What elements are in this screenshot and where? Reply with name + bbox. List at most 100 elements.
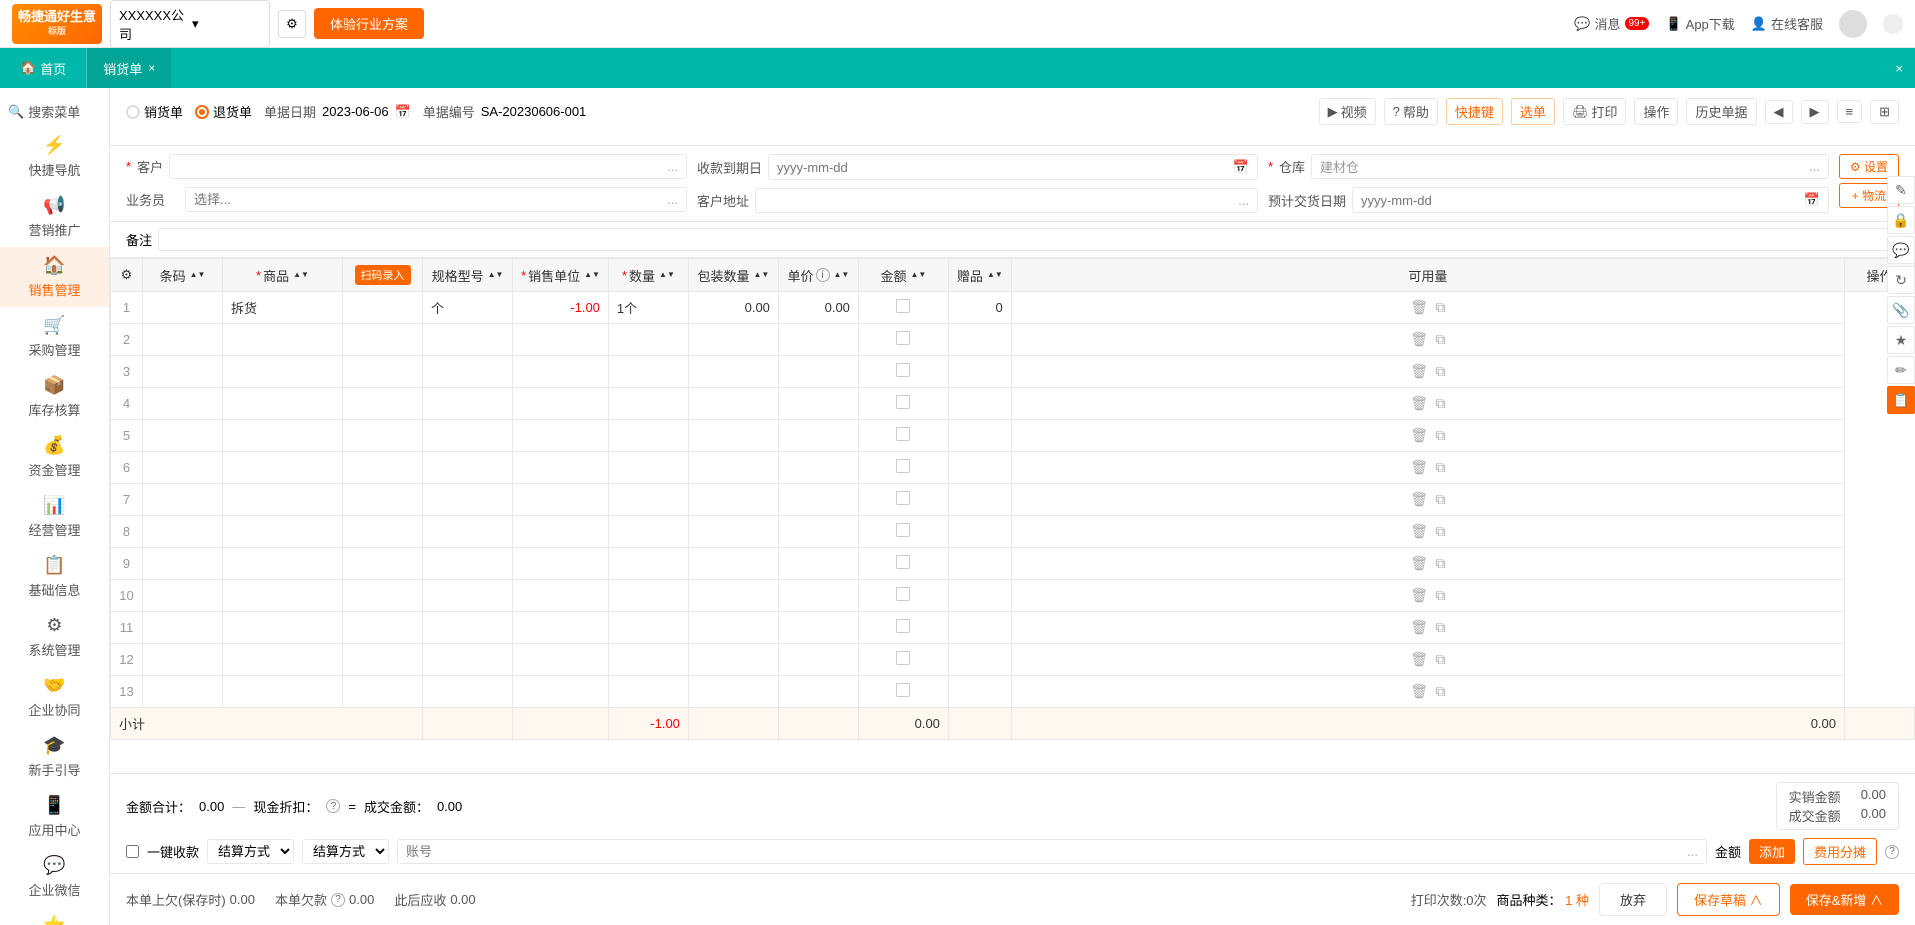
row-barcode[interactable] bbox=[143, 356, 223, 388]
row-qty[interactable] bbox=[513, 580, 609, 612]
customer-input[interactable]: ... bbox=[169, 154, 687, 179]
sidebar-item-wechat[interactable]: 💬企业微信 bbox=[0, 847, 109, 907]
number-value[interactable]: SA-20230606-001 bbox=[481, 104, 587, 119]
save-new-btn[interactable]: 保存&新增 ∧ bbox=[1790, 884, 1899, 915]
row-qty[interactable] bbox=[513, 356, 609, 388]
gift-checkbox[interactable] bbox=[896, 363, 910, 377]
row-unit-price[interactable] bbox=[688, 420, 778, 452]
shortcut-btn[interactable]: 快捷键 bbox=[1446, 98, 1503, 125]
delete-icon[interactable]: 🗑 bbox=[1410, 555, 1428, 571]
row-pkg-qty[interactable]: 1个 bbox=[608, 292, 688, 324]
customer-addr-input[interactable]: ... bbox=[755, 188, 1258, 213]
row-unit[interactable] bbox=[423, 324, 513, 356]
delete-icon[interactable]: 🗑 bbox=[1410, 331, 1428, 347]
row-unit-price[interactable] bbox=[688, 644, 778, 676]
row-amount[interactable] bbox=[778, 580, 858, 612]
row-product[interactable] bbox=[223, 324, 343, 356]
barcode-sort-icon[interactable]: ▲▼ bbox=[190, 271, 206, 279]
gift-checkbox[interactable] bbox=[896, 587, 910, 601]
row-unit-price[interactable] bbox=[688, 452, 778, 484]
row-amount[interactable] bbox=[778, 516, 858, 548]
copy-icon[interactable]: ⧉ bbox=[1436, 555, 1446, 571]
row-amount[interactable] bbox=[778, 420, 858, 452]
row-unit[interactable] bbox=[423, 516, 513, 548]
service-btn[interactable]: 👤 在线客服 bbox=[1751, 14, 1823, 33]
row-spec[interactable] bbox=[343, 292, 423, 324]
gift-sort-icon[interactable]: ▲▼ bbox=[987, 271, 1003, 279]
row-gift[interactable] bbox=[858, 292, 948, 324]
delete-icon[interactable]: 🗑 bbox=[1410, 651, 1428, 667]
row-barcode[interactable] bbox=[143, 452, 223, 484]
spec-sort-icon[interactable]: ▲▼ bbox=[488, 271, 504, 279]
copy-icon[interactable]: ⧉ bbox=[1436, 427, 1446, 443]
row-gift[interactable] bbox=[858, 388, 948, 420]
row-barcode[interactable] bbox=[143, 612, 223, 644]
row-qty[interactable] bbox=[513, 452, 609, 484]
row-pkg-qty[interactable] bbox=[608, 324, 688, 356]
delete-icon[interactable]: 🗑 bbox=[1410, 363, 1428, 379]
sidebar-item-marketing[interactable]: 📢营销推广 bbox=[0, 187, 109, 247]
row-pkg-qty[interactable] bbox=[608, 516, 688, 548]
row-unit[interactable] bbox=[423, 420, 513, 452]
amount-sort-icon[interactable]: ▲▼ bbox=[911, 271, 927, 279]
delete-icon[interactable]: 🗑 bbox=[1410, 459, 1428, 475]
row-barcode[interactable] bbox=[143, 388, 223, 420]
row-unit[interactable] bbox=[423, 548, 513, 580]
sidebar-item-inventory[interactable]: 📦库存核算 bbox=[0, 367, 109, 427]
row-gift[interactable] bbox=[858, 324, 948, 356]
row-amount[interactable] bbox=[778, 452, 858, 484]
addr-dots[interactable]: ... bbox=[1238, 193, 1249, 208]
gift-checkbox[interactable] bbox=[896, 491, 910, 505]
row-amount[interactable] bbox=[778, 548, 858, 580]
account-input[interactable]: ... bbox=[397, 839, 1707, 864]
row-unit-price[interactable] bbox=[688, 580, 778, 612]
one-click-checkbox[interactable] bbox=[126, 845, 139, 858]
row-pkg-qty[interactable] bbox=[608, 644, 688, 676]
delete-icon[interactable]: 🗑 bbox=[1410, 395, 1428, 411]
grid-view-btn[interactable]: ⊞ bbox=[1870, 100, 1899, 124]
row-unit-price[interactable] bbox=[688, 324, 778, 356]
bill-missing-info[interactable]: ? bbox=[331, 893, 345, 907]
row-qty[interactable] bbox=[513, 612, 609, 644]
gift-checkbox[interactable] bbox=[896, 427, 910, 441]
tab-home[interactable]: 🏠 首页 bbox=[0, 48, 87, 88]
row-barcode[interactable] bbox=[143, 548, 223, 580]
row-qty[interactable] bbox=[513, 516, 609, 548]
trial-button[interactable]: 体验行业方案 bbox=[314, 8, 424, 39]
account-text[interactable] bbox=[406, 844, 1683, 859]
row-product[interactable] bbox=[223, 484, 343, 516]
row-qty[interactable] bbox=[513, 644, 609, 676]
help-btn[interactable]: ? 帮助 bbox=[1384, 98, 1438, 125]
remark-input[interactable] bbox=[158, 228, 1899, 251]
row-amount[interactable] bbox=[778, 644, 858, 676]
gift-checkbox[interactable] bbox=[896, 683, 910, 697]
delete-icon[interactable]: 🗑 bbox=[1410, 619, 1428, 635]
row-qty[interactable] bbox=[513, 388, 609, 420]
row-unit[interactable]: 个 bbox=[423, 292, 513, 324]
scan-btn[interactable]: 扫码录入 bbox=[355, 265, 411, 285]
video-btn[interactable]: ▶ 视频 bbox=[1319, 98, 1376, 125]
sidebar-item-operation[interactable]: 📊经营管理 bbox=[0, 487, 109, 547]
row-amount[interactable] bbox=[778, 356, 858, 388]
price-sort-icon[interactable]: ▲▼ bbox=[834, 271, 850, 279]
float-attachment-btn[interactable]: 📎 bbox=[1887, 296, 1915, 324]
gift-checkbox[interactable] bbox=[896, 619, 910, 633]
row-qty[interactable] bbox=[513, 420, 609, 452]
float-pencil-btn[interactable]: ✏ bbox=[1887, 356, 1915, 384]
gift-checkbox[interactable] bbox=[896, 651, 910, 665]
sidebar-item-sales[interactable]: 🏠销售管理 bbox=[0, 247, 109, 307]
row-product[interactable] bbox=[223, 612, 343, 644]
row-amount[interactable] bbox=[778, 324, 858, 356]
row-unit[interactable] bbox=[423, 484, 513, 516]
calc-method-select2[interactable]: 结算方式 bbox=[302, 839, 389, 864]
row-amount[interactable]: 0.00 bbox=[778, 292, 858, 324]
row-unit-price[interactable] bbox=[688, 484, 778, 516]
copy-icon[interactable]: ⧉ bbox=[1436, 299, 1446, 315]
sidebar-item-quick-nav[interactable]: ⚡快捷导航 bbox=[0, 127, 109, 187]
row-pkg-qty[interactable] bbox=[608, 484, 688, 516]
row-qty[interactable]: -1.00 bbox=[513, 292, 609, 324]
history-btn[interactable]: 历史单据 bbox=[1686, 98, 1756, 125]
row-qty[interactable] bbox=[513, 548, 609, 580]
customer-addr-text[interactable] bbox=[764, 193, 1234, 208]
row-qty[interactable] bbox=[513, 484, 609, 516]
